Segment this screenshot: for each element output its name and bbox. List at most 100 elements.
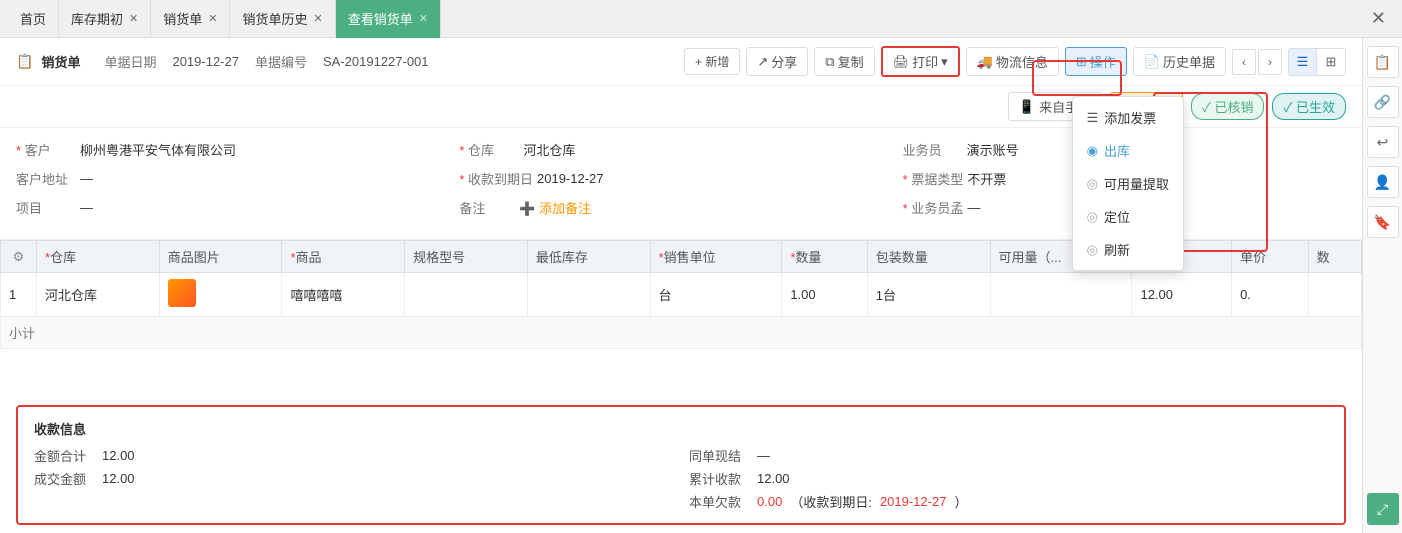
number-label: 单据编号 bbox=[255, 52, 307, 71]
operations-label: 操作 bbox=[1090, 52, 1116, 71]
copy-label: 复制 bbox=[838, 52, 864, 71]
next-record-button[interactable]: › bbox=[1258, 49, 1282, 75]
side-panel-btn-3[interactable]: ↩ bbox=[1367, 126, 1399, 158]
share-button[interactable]: ↗ 分享 bbox=[746, 47, 808, 76]
payment-info-title: 收款信息 bbox=[34, 419, 1328, 438]
locate-label: 定位 bbox=[1104, 207, 1130, 226]
add-note-button[interactable]: ➕ 添加备注 bbox=[519, 198, 591, 217]
tab-bar: 首页 库存期初 ✕ 销货单 ✕ 销货单历史 ✕ 查看销货单 ✕ ✕ bbox=[0, 0, 1402, 38]
address-value: — bbox=[80, 171, 93, 186]
deal-amount-label: 成交金额 bbox=[34, 469, 94, 488]
refresh-label: 刷新 bbox=[1104, 240, 1130, 259]
col-product-img: 商品图片 bbox=[159, 241, 282, 273]
deal-amount-value: 12.00 bbox=[102, 471, 135, 486]
list-view-button[interactable]: ☰ bbox=[1289, 49, 1317, 75]
address-label: 客户地址 bbox=[16, 169, 76, 188]
row-unit-price: 0. bbox=[1232, 273, 1308, 317]
prev-record-button[interactable]: ‹ bbox=[1232, 49, 1256, 75]
copy-icon: ⧉ bbox=[825, 54, 834, 70]
tab-sales-history-label: 销货单历史 bbox=[242, 9, 307, 28]
row-warehouse: 河北仓库 bbox=[37, 273, 160, 317]
row-seq: 1 bbox=[1, 273, 37, 317]
note-label: 备注 bbox=[459, 198, 519, 217]
side-panel-btn-2[interactable]: 🔗 bbox=[1367, 86, 1399, 118]
dropdown-locate[interactable]: ◎ 定位 bbox=[1073, 200, 1183, 233]
col-amount: 数 bbox=[1308, 241, 1361, 273]
customer-label: 客户 bbox=[16, 140, 76, 159]
window-close-button[interactable]: ✕ bbox=[1363, 8, 1394, 29]
dropdown-refresh[interactable]: ◎ 刷新 bbox=[1073, 233, 1183, 266]
side-panel-expand-button[interactable]: ⤢ bbox=[1367, 493, 1399, 525]
row-pack-qty: 1台 bbox=[867, 273, 990, 317]
logistics-button[interactable]: 🚚 物流信息 bbox=[966, 47, 1059, 76]
row-spec bbox=[405, 273, 528, 317]
effective-badge: ✓ 已生效 bbox=[1272, 93, 1346, 120]
cumulative-label: 累计收款 bbox=[689, 469, 749, 488]
tab-view-sales[interactable]: 查看销货单 ✕ bbox=[336, 0, 441, 38]
tab-inventory-init-close[interactable]: ✕ bbox=[129, 12, 138, 25]
dropdown-add-invoice[interactable]: ☰ 添加发票 bbox=[1073, 101, 1183, 134]
side-panel-btn-1[interactable]: 📋 bbox=[1367, 46, 1399, 78]
col-unit: *销售单位 bbox=[650, 241, 782, 273]
customer-value: 柳州粤港平安气体有限公司 bbox=[80, 140, 236, 159]
row-quantity: 1.00 bbox=[782, 273, 867, 317]
print-dropdown-arrow: ▾ bbox=[941, 54, 948, 70]
warehouse-value: 河北仓库 bbox=[523, 140, 575, 159]
invoice-value: 不开票 bbox=[967, 169, 1006, 188]
col-product: *商品 bbox=[282, 241, 405, 273]
outbound-label: 出库 bbox=[1104, 141, 1130, 160]
warehouse-label: 仓库 bbox=[459, 140, 519, 159]
same-order-value: — bbox=[757, 448, 770, 463]
dropdown-available-pickup[interactable]: ◎ 可用量提取 bbox=[1073, 167, 1183, 200]
product-image bbox=[168, 279, 196, 307]
add-note-icon: ➕ bbox=[519, 201, 539, 216]
row-min-stock bbox=[527, 273, 650, 317]
checked-badge: ✓ 已核销 bbox=[1191, 93, 1265, 120]
copy-button[interactable]: ⧉ 复制 bbox=[814, 47, 874, 76]
payment-info-box: 收款信息 金额合计 12.00 成交金额 12.00 同单现结 — bbox=[16, 405, 1346, 525]
tab-home-label: 首页 bbox=[20, 9, 46, 28]
print-label: 打印 bbox=[912, 52, 938, 71]
doc-type-label: 销货单 bbox=[41, 52, 80, 71]
locate-icon: ◎ bbox=[1087, 209, 1098, 225]
tab-sales-history[interactable]: 销货单历史 ✕ bbox=[230, 0, 335, 38]
share-label: 分享 bbox=[771, 52, 797, 71]
print-button[interactable]: 🖨 打印 ▾ bbox=[881, 46, 960, 77]
new-button[interactable]: + 新增 bbox=[684, 48, 740, 75]
phone-icon: 📱 bbox=[1019, 99, 1035, 115]
history-label: 历史单据 bbox=[1163, 52, 1215, 71]
history-button[interactable]: 📄 历史单据 bbox=[1133, 47, 1226, 76]
row-current-stock: 12.00 bbox=[1132, 273, 1232, 317]
outstanding-note: （收款到期日: bbox=[790, 492, 872, 511]
tab-inventory-init[interactable]: 库存期初 ✕ bbox=[59, 0, 151, 38]
col-quantity: *数量 bbox=[782, 241, 867, 273]
outstanding-label: 本单欠款 bbox=[689, 492, 749, 511]
tab-view-sales-close[interactable]: ✕ bbox=[419, 12, 428, 25]
tab-sales-history-close[interactable]: ✕ bbox=[314, 12, 323, 25]
subtotal-label: 小计 bbox=[1, 317, 1362, 349]
employee-label: 业务员 bbox=[903, 140, 963, 159]
project-label: 项目 bbox=[16, 198, 76, 217]
side-panel-btn-4[interactable]: 👤 bbox=[1367, 166, 1399, 198]
table-settings-col[interactable]: ⚙ bbox=[1, 241, 37, 273]
date-value: 2019-12-27 bbox=[172, 54, 239, 69]
row-unit: 台 bbox=[650, 273, 782, 317]
share-icon: ↗ bbox=[757, 54, 768, 70]
tab-sales-order-close[interactable]: ✕ bbox=[208, 12, 217, 25]
available-pickup-icon: ◎ bbox=[1087, 176, 1098, 192]
employee2-value: — bbox=[967, 200, 980, 215]
due-date-label: 收款到期日 bbox=[459, 169, 533, 188]
checked-label: 已核销 bbox=[1214, 100, 1253, 115]
tab-sales-order[interactable]: 销货单 ✕ bbox=[151, 0, 230, 38]
row-amount bbox=[1308, 273, 1361, 317]
operations-button[interactable]: ⊞ 操作 bbox=[1065, 47, 1127, 76]
dropdown-outbound[interactable]: ◉ 出库 bbox=[1073, 134, 1183, 167]
outstanding-value: 0.00 bbox=[757, 494, 782, 509]
tab-home[interactable]: 首页 bbox=[8, 0, 59, 38]
project-value: — bbox=[80, 200, 93, 215]
same-order-label: 同单现结 bbox=[689, 446, 749, 465]
invoice-label: 票据类型 bbox=[903, 169, 964, 188]
grid-view-button[interactable]: ⊞ bbox=[1317, 49, 1345, 75]
total-amount-label: 金额合计 bbox=[34, 446, 94, 465]
side-panel-btn-5[interactable]: 🔖 bbox=[1367, 206, 1399, 238]
